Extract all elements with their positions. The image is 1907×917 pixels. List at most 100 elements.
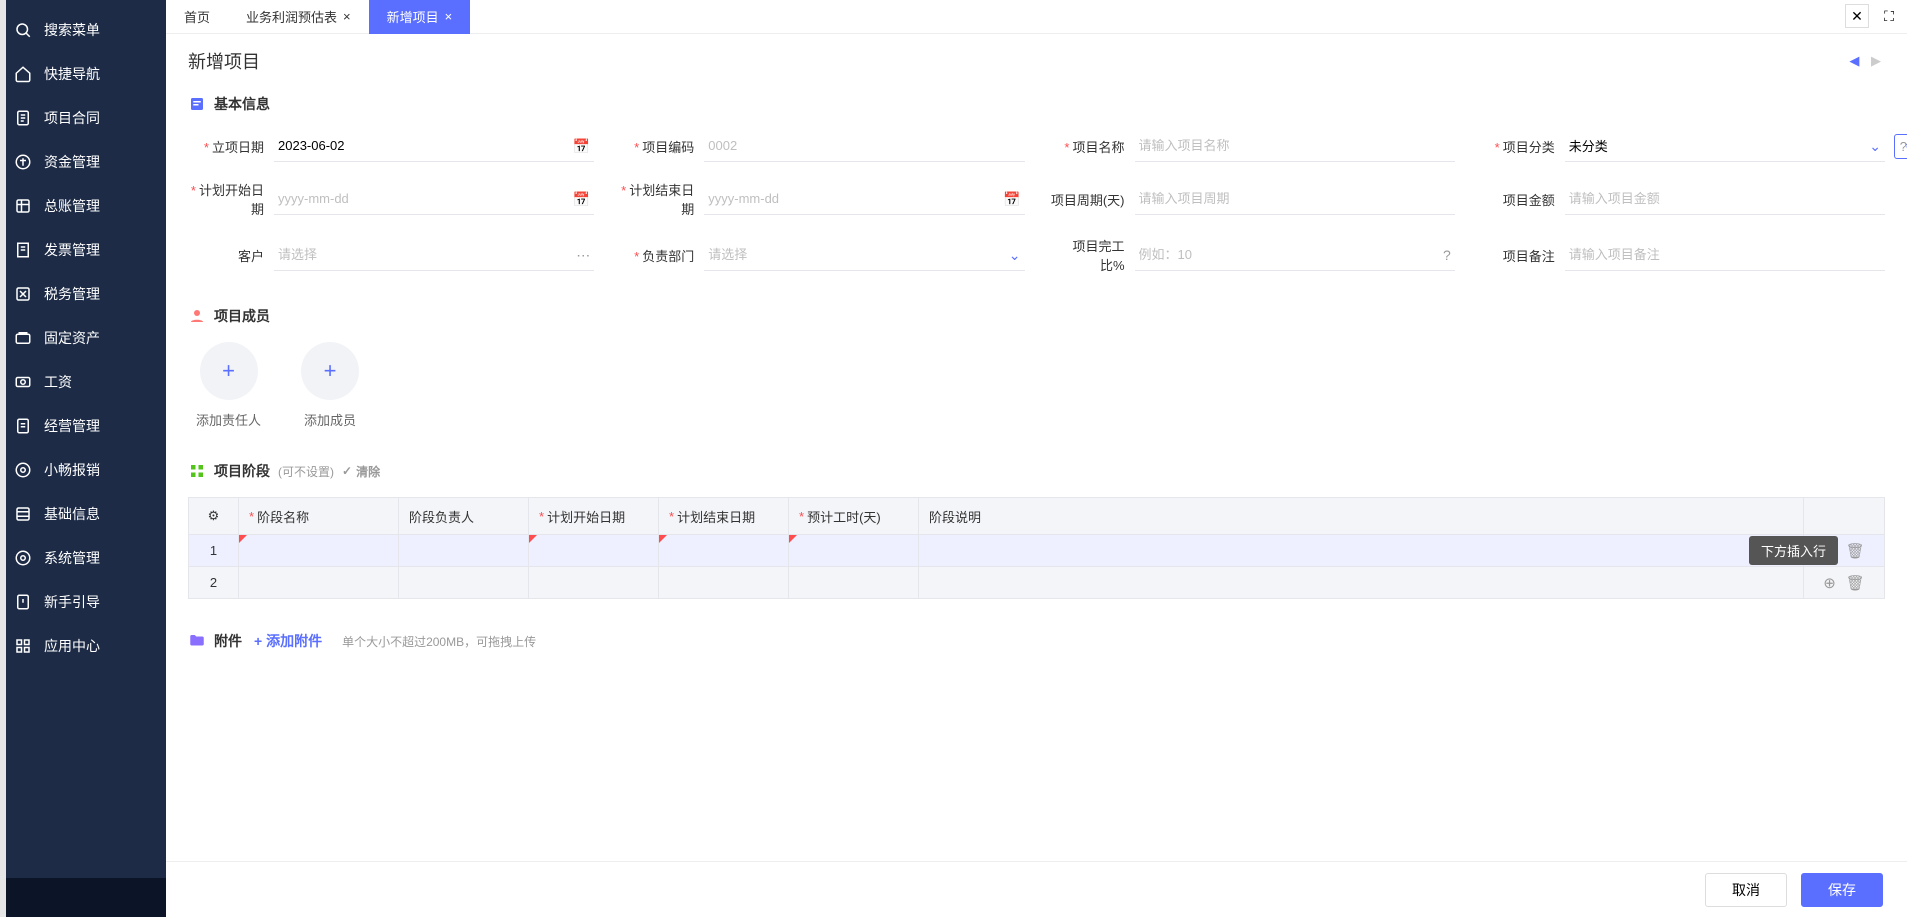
page-title-row: 新增项目 ◀ ▶ [166, 34, 1907, 84]
delete-row-icon[interactable]: 🗑 [1846, 574, 1865, 592]
period-input[interactable] [1135, 183, 1455, 215]
sidebar-item-apps[interactable]: 应用中心 [0, 624, 166, 668]
invoice-icon [14, 241, 32, 259]
sidebar-item-search[interactable]: 搜索菜单 [0, 8, 166, 52]
cell-plan-end[interactable] [659, 567, 789, 598]
cancel-button[interactable]: 取消 [1705, 873, 1787, 907]
cell-plan-start[interactable] [529, 535, 659, 566]
sidebar-item-tax[interactable]: 税务管理 [0, 272, 166, 316]
create-date-input[interactable] [274, 130, 594, 162]
dept-select[interactable] [704, 239, 1024, 271]
label-period: 项目周期(天) [1049, 190, 1135, 209]
cell-est-hours[interactable] [789, 535, 919, 566]
salary-icon [14, 373, 32, 391]
close-window-icon[interactable]: ✕ [1845, 4, 1869, 28]
add-owner-label: 添加责任人 [196, 410, 261, 429]
main: 首页业务利润预估表× 新增项目 × ✕ ⛶ 新增项目 ◀ ▶ 基本信息 [166, 0, 1907, 917]
delete-row-icon[interactable]: 🗑 [1846, 542, 1865, 560]
tab-close-icon[interactable]: × [343, 9, 351, 24]
sidebar-item-home[interactable]: 快捷导航 [0, 52, 166, 96]
pct-input[interactable] [1135, 239, 1455, 271]
stage-row[interactable]: 2 ⊕ 🗑 [189, 566, 1884, 598]
plan-start-input[interactable] [274, 183, 594, 215]
cell-stage-owner[interactable] [399, 567, 529, 598]
sidebar-item-guide[interactable]: 新手引导 [0, 580, 166, 624]
cell-stage-name[interactable] [239, 535, 399, 566]
amount-input[interactable] [1565, 183, 1885, 215]
next-record-icon[interactable]: ▶ [1867, 53, 1885, 68]
section-members: 项目成员 + 添加责任人 + 添加成员 [188, 296, 1885, 429]
gear-header-icon[interactable]: ⚙ [189, 498, 239, 534]
tab-2[interactable]: 新增项目 × [369, 0, 471, 34]
sidebar-item-label: 小畅报销 [44, 460, 100, 480]
sidebar-item-invoice[interactable]: 发票管理 [0, 228, 166, 272]
insert-row-icon[interactable]: ⊕ [1823, 574, 1836, 592]
remark-input[interactable] [1565, 239, 1885, 271]
attachment-hint: 单个大小不超过200MB，可拖拽上传 [342, 633, 536, 650]
calendar-icon[interactable]: 📅 [573, 191, 590, 208]
code-input[interactable] [704, 130, 1024, 162]
chevron-down-icon[interactable]: ⌄ [1009, 247, 1021, 264]
sidebar-footer [0, 878, 166, 917]
sidebar-item-ledger[interactable]: 总账管理 [0, 184, 166, 228]
sidebar-item-system[interactable]: 系统管理 [0, 536, 166, 580]
form-icon [188, 95, 206, 113]
stage-icon [188, 462, 206, 480]
section-title-basic: 基本信息 [214, 94, 270, 114]
save-button[interactable]: 保存 [1801, 873, 1883, 907]
category-select[interactable] [1565, 130, 1885, 162]
customer-select[interactable] [274, 239, 594, 271]
cell-est-hours[interactable] [789, 567, 919, 598]
fullscreen-icon[interactable]: ⛶ [1877, 4, 1901, 28]
section-basic: 基本信息 立项日期 📅 项目编码 项目名称 [188, 84, 1885, 274]
sidebar-item-asset[interactable]: 固定资产 [0, 316, 166, 360]
sidebar-item-expense[interactable]: 小畅报销 [0, 448, 166, 492]
guide-icon [14, 593, 32, 611]
name-input[interactable] [1135, 130, 1455, 162]
base-icon [14, 505, 32, 523]
sidebar-item-label: 项目合同 [44, 108, 100, 128]
more-icon[interactable]: ⋯ [576, 247, 590, 264]
label-amount: 项目金额 [1479, 190, 1565, 209]
label-name: 项目名称 [1049, 137, 1135, 156]
cell-desc[interactable] [919, 535, 1804, 566]
cell-desc[interactable] [919, 567, 1804, 598]
sidebar-item-contract[interactable]: 项目合同 [0, 96, 166, 140]
stage-table: ⚙ 阶段名称 阶段负责人 计划开始日期 计划结束日期 预计工时(天) 阶段说明 … [188, 497, 1885, 599]
cell-plan-start[interactable] [529, 567, 659, 598]
prev-record-icon[interactable]: ◀ [1845, 53, 1863, 68]
tab-0[interactable]: 首页 [166, 0, 228, 34]
contract-icon [14, 109, 32, 127]
sidebar-item-base[interactable]: 基础信息 [0, 492, 166, 536]
col-ops [1804, 498, 1884, 534]
label-remark: 项目备注 [1479, 246, 1565, 265]
cell-plan-end[interactable] [659, 535, 789, 566]
help-icon[interactable]: ? [1443, 247, 1451, 263]
tab-close-icon[interactable]: × [445, 9, 453, 24]
folder-icon [188, 632, 206, 650]
section-attachments: 附件 + 添加附件 单个大小不超过200MB，可拖拽上传 [188, 621, 1885, 667]
add-attachment-button[interactable]: + 添加附件 [254, 631, 322, 651]
sidebar-item-biz[interactable]: 经营管理 [0, 404, 166, 448]
section-title-members: 项目成员 [214, 306, 270, 326]
plan-end-input[interactable] [704, 183, 1024, 215]
record-nav: ◀ ▶ [1845, 53, 1885, 69]
sidebar-item-salary[interactable]: 工资 [0, 360, 166, 404]
stage-row[interactable]: 1 ⊕ 🗑 [189, 534, 1884, 566]
calendar-icon[interactable]: 📅 [1003, 191, 1020, 208]
tab-1[interactable]: 业务利润预估表× [228, 0, 369, 34]
sidebar-item-fund[interactable]: 资金管理 [0, 140, 166, 184]
calendar-icon[interactable]: 📅 [573, 138, 590, 155]
clear-stages-button[interactable]: ✓ 清除 [342, 463, 380, 480]
label-plan-start: 计划开始日期 [188, 180, 274, 218]
cell-stage-name[interactable] [239, 567, 399, 598]
settings-button[interactable]: ⚙ 设置 [1894, 134, 1907, 159]
add-member-button[interactable]: + 添加成员 [301, 342, 359, 429]
chevron-down-icon[interactable]: ⌄ [1869, 138, 1881, 155]
sidebar-item-label: 固定资产 [44, 328, 100, 348]
cell-stage-owner[interactable] [399, 535, 529, 566]
tax-icon [14, 285, 32, 303]
tab-label: 新增项目 [387, 7, 439, 26]
sidebar-item-label: 快捷导航 [44, 64, 100, 84]
add-owner-button[interactable]: + 添加责任人 [196, 342, 261, 429]
